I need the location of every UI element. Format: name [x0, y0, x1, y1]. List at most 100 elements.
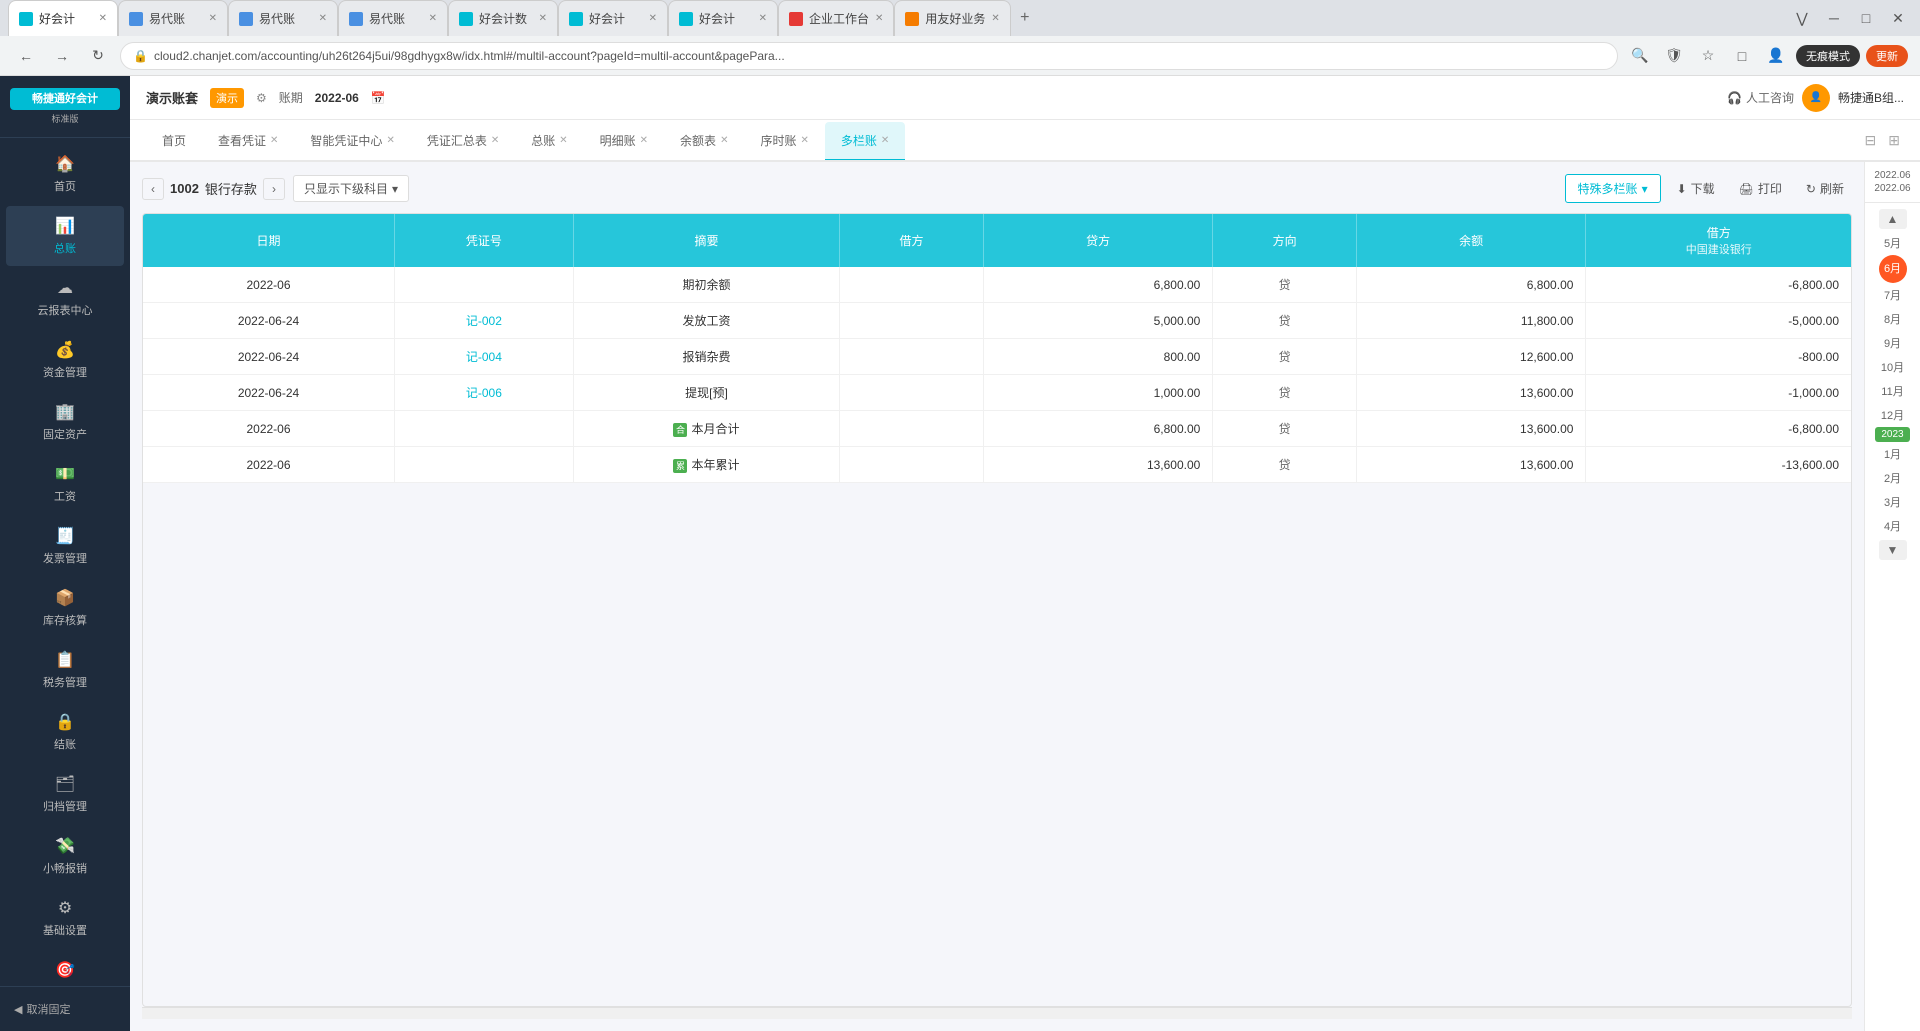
- tab-voucher-view[interactable]: 查看凭证 ✕: [202, 122, 294, 161]
- update-btn[interactable]: 更新: [1866, 45, 1908, 67]
- horizontal-scrollbar[interactable]: [142, 1007, 1852, 1019]
- tab-multi-ledger[interactable]: 多栏账 ✕: [825, 122, 905, 161]
- tab-smart-voucher-close[interactable]: ✕: [386, 135, 394, 146]
- consult-btn[interactable]: 🎧 人工咨询: [1727, 89, 1794, 106]
- tab-close-btn[interactable]: ✕: [99, 13, 107, 24]
- month-item-7[interactable]: 7月: [1871, 283, 1915, 307]
- special-multi-btn[interactable]: 特殊多栏账 ▾: [1565, 174, 1661, 203]
- tab-1[interactable]: 易代账 ✕: [118, 0, 228, 36]
- tab-multi-ledger-close[interactable]: ✕: [881, 135, 889, 146]
- sidebar-item-inventory[interactable]: 📦 库存核算: [6, 578, 124, 638]
- sidebar-item-home[interactable]: 🏠 首页: [6, 144, 124, 204]
- tab-voucher-summary-close[interactable]: ✕: [491, 135, 499, 146]
- tab-close-btn[interactable]: ✕: [991, 13, 999, 24]
- sidebar-item-general-ledger[interactable]: 📊 总账: [6, 206, 124, 266]
- tab-balance-table[interactable]: 余额表 ✕: [664, 122, 744, 161]
- sidebar-item-expense[interactable]: 💸 小畅报销: [6, 826, 124, 886]
- tab-home[interactable]: 首页: [146, 122, 202, 161]
- month-item-10[interactable]: 10月: [1871, 355, 1915, 379]
- tab-voucher-summary[interactable]: 凭证汇总表 ✕: [411, 122, 515, 161]
- month-item-12[interactable]: 12月: [1871, 403, 1915, 427]
- close-window-btn[interactable]: ✕: [1884, 4, 1912, 32]
- tab-9[interactable]: 用友好业务 ✕: [894, 0, 1010, 36]
- sidebar-item-invoice[interactable]: 🧾 发票管理: [6, 516, 124, 576]
- tab-2[interactable]: 易代账 ✕: [228, 0, 338, 36]
- download-btn[interactable]: ⬇ 下载: [1669, 175, 1723, 202]
- tab-close-btn[interactable]: ✕: [875, 13, 883, 24]
- tab-close-btn[interactable]: ✕: [649, 13, 657, 24]
- search-btn[interactable]: 🔍: [1626, 42, 1654, 70]
- bookmark-btn[interactable]: ☆: [1694, 42, 1722, 70]
- collapse-tab-btn[interactable]: ⊟: [1861, 128, 1881, 153]
- tab-close-btn[interactable]: ✕: [429, 13, 437, 24]
- tab-list-btn[interactable]: ⋁: [1788, 4, 1816, 32]
- tab-active[interactable]: 好会计 ✕: [8, 0, 118, 36]
- tab-smart-voucher[interactable]: 智能凭证中心 ✕: [294, 122, 410, 161]
- voucher-link[interactable]: 记-006: [466, 386, 502, 400]
- sidebar-item-settings[interactable]: ⚙ 基础设置: [6, 888, 124, 948]
- year-2023-label[interactable]: 2023: [1875, 427, 1909, 442]
- tab-general-ledger[interactable]: 总账 ✕: [515, 122, 583, 161]
- incognito-btn[interactable]: 无痕模式: [1796, 45, 1860, 67]
- shield-btn[interactable]: 🛡: [1660, 42, 1688, 70]
- tab-balance-table-close[interactable]: ✕: [720, 135, 728, 146]
- unpin-btn[interactable]: ◀ 取消固定: [8, 995, 122, 1023]
- tab-close-btn[interactable]: ✕: [539, 13, 547, 24]
- demo-badge[interactable]: 演示: [210, 88, 244, 108]
- month-item-5[interactable]: 5月: [1871, 231, 1915, 255]
- sidebar-item-fixed-assets[interactable]: 🏢 固定资产: [6, 392, 124, 452]
- calendar-icon[interactable]: 📅: [371, 91, 386, 105]
- user-avatar[interactable]: 👤: [1802, 84, 1830, 112]
- tab-sequence-ledger-close[interactable]: ✕: [800, 135, 808, 146]
- back-btn[interactable]: ←: [12, 42, 40, 70]
- next-account-btn[interactable]: ›: [263, 178, 285, 200]
- sidebar-item-close-books[interactable]: 🔒 结账: [6, 702, 124, 762]
- print-btn[interactable]: 🖨 打印: [1731, 175, 1790, 202]
- expand-tab-btn[interactable]: ⊞: [1884, 128, 1904, 153]
- tab-general-ledger-close[interactable]: ✕: [559, 135, 567, 146]
- settings-icon[interactable]: ⚙: [256, 91, 267, 105]
- sidebar-item-tax[interactable]: 📋 税务管理: [6, 640, 124, 700]
- sidebar-item-salary[interactable]: 💵 工资: [6, 454, 124, 514]
- voucher-link[interactable]: 记-004: [466, 350, 502, 364]
- show-sub-btn[interactable]: 只显示下级科目 ▾: [293, 175, 409, 202]
- scroll-down-btn[interactable]: ▼: [1879, 540, 1907, 560]
- tab-6[interactable]: 好会计 ✕: [558, 0, 668, 36]
- tab-close-btn[interactable]: ✕: [319, 13, 327, 24]
- headset-icon: 🎧: [1727, 91, 1742, 105]
- tab-8[interactable]: 企业工作台 ✕: [778, 0, 894, 36]
- minimize-btn[interactable]: ─: [1820, 4, 1848, 32]
- extension-btn[interactable]: □: [1728, 42, 1756, 70]
- sidebar-item-cloud-report[interactable]: ☁ 云报表中心: [6, 268, 124, 328]
- tab-7[interactable]: 好会计 ✕: [668, 0, 778, 36]
- tab-4[interactable]: 好会计数 ✕: [448, 0, 558, 36]
- month-item-11[interactable]: 11月: [1871, 379, 1915, 403]
- month-item-1[interactable]: 1月: [1871, 442, 1915, 466]
- month-item-9[interactable]: 9月: [1871, 331, 1915, 355]
- month-item-3[interactable]: 3月: [1871, 490, 1915, 514]
- new-tab-button[interactable]: +: [1011, 4, 1039, 32]
- tab-close-btn[interactable]: ✕: [759, 13, 767, 24]
- prev-account-btn[interactable]: ‹: [142, 178, 164, 200]
- tab-voucher-view-close[interactable]: ✕: [270, 135, 278, 146]
- tab-close-btn[interactable]: ✕: [209, 13, 217, 24]
- voucher-link[interactable]: 记-002: [466, 314, 502, 328]
- refresh-btn[interactable]: ↻ 刷新: [1798, 175, 1852, 202]
- sidebar-item-guide[interactable]: 🎯 新手引导: [6, 950, 124, 986]
- month-item-2[interactable]: 2月: [1871, 466, 1915, 490]
- maximize-btn[interactable]: □: [1852, 4, 1880, 32]
- scroll-up-btn[interactable]: ▲: [1879, 209, 1907, 229]
- sidebar-item-archive[interactable]: 🗂 归档管理: [6, 764, 124, 824]
- month-item-4[interactable]: 4月: [1871, 514, 1915, 538]
- month-item-8[interactable]: 8月: [1871, 307, 1915, 331]
- profile-btn[interactable]: 👤: [1762, 42, 1790, 70]
- sidebar-item-fund[interactable]: 💰 资金管理: [6, 330, 124, 390]
- url-bar[interactable]: 🔒 cloud2.chanjet.com/accounting/uh26t264…: [120, 42, 1618, 70]
- refresh-btn[interactable]: ↻: [84, 42, 112, 70]
- tab-detail-ledger-close[interactable]: ✕: [640, 135, 648, 146]
- tab-sequence-ledger[interactable]: 序时账 ✕: [744, 122, 824, 161]
- tab-3[interactable]: 易代账 ✕: [338, 0, 448, 36]
- tab-detail-ledger[interactable]: 明细账 ✕: [584, 122, 664, 161]
- forward-btn[interactable]: →: [48, 42, 76, 70]
- month-item-6[interactable]: 6月: [1879, 255, 1907, 283]
